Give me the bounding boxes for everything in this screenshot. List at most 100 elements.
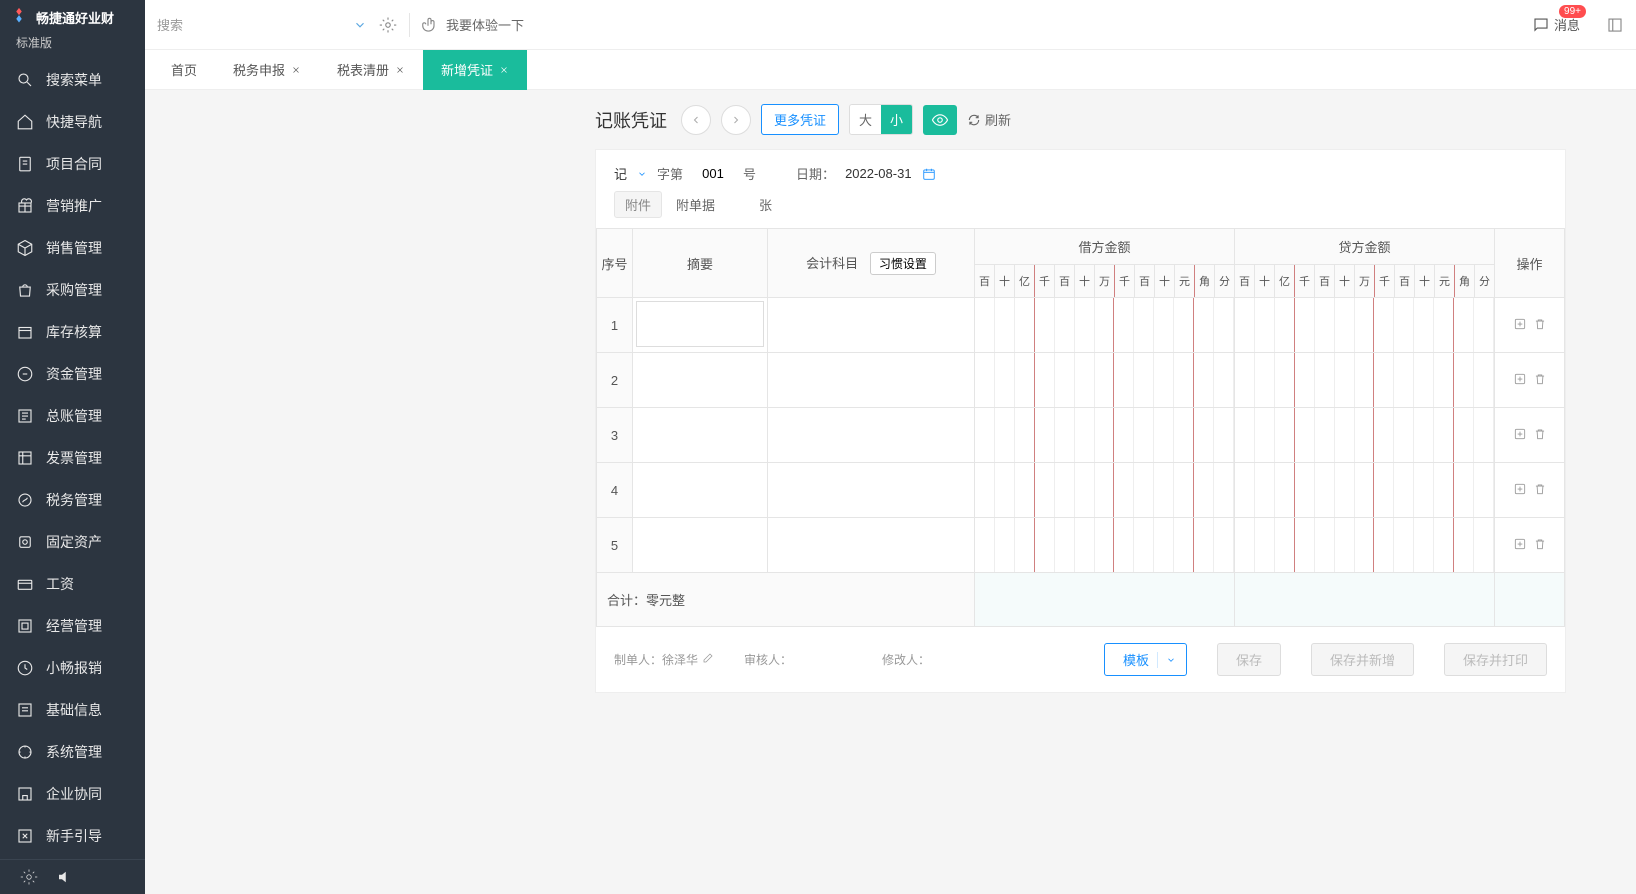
size-small-button[interactable]: 小 — [881, 105, 912, 134]
date-value[interactable]: 2022-08-31 — [845, 166, 912, 181]
tab-1[interactable]: 税务申报 — [215, 50, 319, 90]
settings-icon[interactable] — [379, 16, 397, 34]
sidebar-item-7[interactable]: 资金管理 — [0, 353, 145, 395]
sidebar-item-1[interactable]: 快捷导航 — [0, 101, 145, 143]
size-large-button[interactable]: 大 — [850, 105, 881, 134]
col-debit: 借方金额 — [975, 229, 1235, 265]
attachment-button[interactable]: 附件 — [614, 191, 662, 218]
digit-header: 千 — [1035, 265, 1055, 298]
sidebar-item-9[interactable]: 发票管理 — [0, 437, 145, 479]
template-button[interactable]: 模板 — [1104, 643, 1187, 676]
tab-2[interactable]: 税表清册 — [319, 50, 423, 90]
add-row-icon[interactable] — [1513, 317, 1527, 331]
delete-row-icon[interactable] — [1533, 427, 1547, 441]
add-row-icon[interactable] — [1513, 537, 1527, 551]
summary-cell[interactable] — [633, 353, 768, 408]
divider — [409, 13, 410, 37]
delete-row-icon[interactable] — [1533, 317, 1547, 331]
edit-icon[interactable] — [702, 652, 714, 664]
credit-cell[interactable] — [1235, 353, 1495, 408]
sidebar-item-4[interactable]: 销售管理 — [0, 227, 145, 269]
credit-cell[interactable] — [1235, 298, 1495, 353]
row-seq: 5 — [597, 518, 633, 573]
calendar-icon[interactable] — [922, 167, 936, 181]
save-new-button[interactable]: 保存并新增 — [1311, 643, 1414, 676]
tab-3[interactable]: 新增凭证 — [423, 50, 527, 90]
voucher-type[interactable]: 记 — [614, 164, 627, 183]
sidebar-item-5[interactable]: 采购管理 — [0, 269, 145, 311]
summary-cell[interactable] — [633, 518, 768, 573]
sidebar-item-12[interactable]: 工资 — [0, 563, 145, 605]
doc-icon — [16, 155, 34, 173]
credit-cell[interactable] — [1235, 518, 1495, 573]
sidebar-item-18[interactable]: 新手引导 — [0, 815, 145, 857]
close-icon[interactable] — [499, 65, 509, 75]
sidebar-item-label: 营销推广 — [46, 196, 102, 216]
sidebar-item-label: 固定资产 — [46, 532, 102, 552]
sidebar-item-16[interactable]: 系统管理 — [0, 731, 145, 773]
gear-icon[interactable] — [20, 868, 38, 886]
add-row-icon[interactable] — [1513, 372, 1527, 386]
attach-label: 附单据 — [676, 195, 715, 214]
more-vouchers-button[interactable]: 更多凭证 — [761, 104, 839, 135]
sidebar-item-17[interactable]: 企业协同 — [0, 773, 145, 815]
subject-cell[interactable] — [768, 463, 975, 518]
collapse-icon[interactable] — [1606, 16, 1624, 34]
subject-cell[interactable] — [768, 353, 975, 408]
save-button[interactable]: 保存 — [1217, 643, 1281, 676]
delete-row-icon[interactable] — [1533, 482, 1547, 496]
col-credit: 贷方金额 — [1235, 229, 1495, 265]
delete-row-icon[interactable] — [1533, 372, 1547, 386]
subject-cell[interactable] — [768, 408, 975, 463]
try-button[interactable]: 我要体验一下 — [422, 15, 524, 34]
messages-button[interactable]: 消息 99+ — [1532, 15, 1580, 34]
debit-cell[interactable] — [975, 353, 1235, 408]
next-voucher-button[interactable] — [721, 105, 751, 135]
debit-cell[interactable] — [975, 298, 1235, 353]
volume-icon[interactable] — [56, 868, 74, 886]
sidebar-item-14[interactable]: 小畅报销 — [0, 647, 145, 689]
close-icon[interactable] — [395, 65, 405, 75]
add-row-icon[interactable] — [1513, 427, 1527, 441]
credit-cell[interactable] — [1235, 463, 1495, 518]
maker-label: 制单人： — [614, 653, 662, 667]
sidebar-item-6[interactable]: 库存核算 — [0, 311, 145, 353]
subject-cell[interactable] — [768, 518, 975, 573]
digit-header: 万 — [1095, 265, 1115, 298]
subject-cell[interactable] — [768, 298, 975, 353]
delete-row-icon[interactable] — [1533, 537, 1547, 551]
summary-cell[interactable] — [633, 298, 768, 353]
search-input[interactable]: 搜索 — [157, 15, 367, 34]
digit-header: 亿 — [1015, 265, 1035, 298]
sidebar-item-2[interactable]: 项目合同 — [0, 143, 145, 185]
sidebar-item-13[interactable]: 经营管理 — [0, 605, 145, 647]
credit-cell[interactable] — [1235, 408, 1495, 463]
summary-cell[interactable] — [633, 408, 768, 463]
refresh-button[interactable]: 刷新 — [967, 110, 1011, 129]
debit-cell[interactable] — [975, 408, 1235, 463]
tab-label: 首页 — [171, 60, 197, 79]
sidebar-item-label: 采购管理 — [46, 280, 102, 300]
sidebar-item-8[interactable]: 总账管理 — [0, 395, 145, 437]
chevron-down-icon[interactable] — [637, 169, 647, 179]
summary-input[interactable] — [636, 301, 764, 347]
prev-voucher-button[interactable] — [681, 105, 711, 135]
sidebar-item-10[interactable]: 税务管理 — [0, 479, 145, 521]
save-print-button[interactable]: 保存并打印 — [1444, 643, 1547, 676]
close-icon[interactable] — [291, 65, 301, 75]
digit-header: 分 — [1475, 265, 1495, 298]
sidebar-item-3[interactable]: 营销推广 — [0, 185, 145, 227]
tab-0[interactable]: 首页 — [153, 50, 215, 90]
sidebar-item-11[interactable]: 固定资产 — [0, 521, 145, 563]
sidebar-item-15[interactable]: 基础信息 — [0, 689, 145, 731]
voucher-no-input[interactable] — [693, 166, 733, 181]
preview-button[interactable] — [923, 105, 957, 135]
habit-settings-button[interactable]: 习惯设置 — [870, 252, 936, 275]
digit-header: 亿 — [1275, 265, 1295, 298]
debit-cell[interactable] — [975, 518, 1235, 573]
digit-header: 元 — [1175, 265, 1195, 298]
sidebar-item-0[interactable]: 搜索菜单 — [0, 59, 145, 101]
debit-cell[interactable] — [975, 463, 1235, 518]
summary-cell[interactable] — [633, 463, 768, 518]
add-row-icon[interactable] — [1513, 482, 1527, 496]
